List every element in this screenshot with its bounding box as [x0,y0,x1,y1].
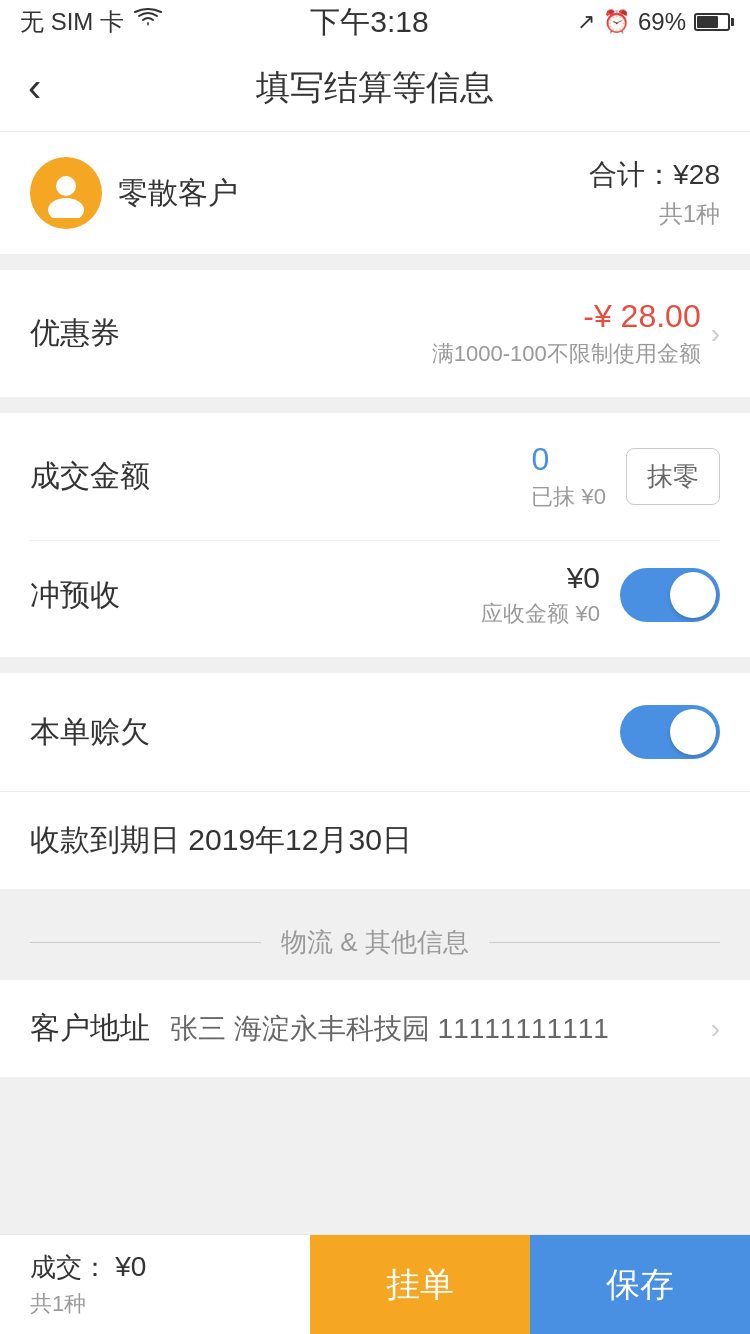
address-label: 客户地址 [30,1008,150,1049]
svg-point-0 [56,176,76,196]
debt-section: 本单赊欠 收款到期日 2019年12月30日 [0,673,750,889]
debt-toggle-knob [670,709,716,755]
due-date-label: 收款到期日 [30,823,180,856]
advance-value-block: ¥0 应收金额 ¥0 [481,561,600,629]
due-date-row: 收款到期日 2019年12月30日 [0,791,750,889]
advance-sub: 应收金额 ¥0 [481,599,600,629]
status-time: 下午3:18 [310,2,428,43]
amount-value-block: 0 已抹 ¥0 [531,441,606,512]
battery-icon [694,13,730,31]
status-left: 无 SIM 卡 [20,6,162,38]
coupon-value-block: -¥ 28.00 满1000-100不限制使用金额 [432,298,701,369]
round-zero-button[interactable]: 抹零 [626,448,720,505]
coupon-desc: 满1000-100不限制使用金额 [432,339,701,369]
advance-row: 冲预收 ¥0 应收金额 ¥0 [0,541,750,657]
deal-amount-value: 0 [531,441,606,478]
chevron-right-icon: › [711,318,720,350]
status-right: ↗ ⏰ 69% [577,8,730,36]
bottom-summary: 成交： ¥0 共1种 [0,1250,310,1319]
toggle-knob [670,572,716,618]
due-date-value: 2019年12月30日 [188,823,411,856]
bottom-count: 共1种 [30,1289,280,1319]
advance-right: ¥0 应收金额 ¥0 [481,561,720,629]
total-amount: 合计：¥28 [589,156,720,194]
sep-text: 物流 & 其他信息 [281,925,469,960]
advance-toggle[interactable] [620,568,720,622]
bottom-deal-value: ¥0 [115,1251,146,1282]
sep-line-left [30,942,261,943]
customer-right: 合计：¥28 共1种 [589,156,720,230]
coupon-label: 优惠券 [30,313,120,354]
avatar [30,157,102,229]
alarm-icon: ⏰ [603,9,630,35]
amount-section: 成交金额 0 已抹 ¥0 抹零 冲预收 ¥0 应收金额 ¥0 [0,413,750,657]
deal-amount-sub: 已抹 ¥0 [531,482,606,512]
customer-left: 零散客户 [30,157,238,229]
location-icon: ↗ [577,9,595,35]
customer-row: 零散客户 合计：¥28 共1种 [0,132,750,254]
coupon-amount: -¥ 28.00 [432,298,701,335]
deal-amount-row: 成交金额 0 已抹 ¥0 抹零 [0,413,750,540]
status-bar: 无 SIM 卡 下午3:18 ↗ ⏰ 69% [0,0,750,44]
total-count: 共1种 [589,198,720,230]
wifi-icon [134,8,162,36]
save-button[interactable]: 保存 [530,1235,750,1335]
user-icon [41,168,91,218]
no-sim-text: 无 SIM 卡 [20,6,124,38]
debt-toggle[interactable] [620,705,720,759]
advance-label: 冲预收 [30,575,120,616]
bottom-bar: 成交： ¥0 共1种 挂单 保存 [0,1234,750,1334]
coupon-section: 优惠券 -¥ 28.00 满1000-100不限制使用金额 › [0,270,750,397]
address-chevron-icon: › [711,1013,720,1045]
debt-label: 本单赊欠 [30,712,150,753]
address-row[interactable]: 客户地址 张三 海淀永丰科技园 11111111111 › [0,980,750,1077]
address-value: 张三 海淀永丰科技园 11111111111 [170,1010,691,1048]
coupon-right: -¥ 28.00 满1000-100不限制使用金额 › [432,298,720,369]
svg-point-1 [48,198,84,218]
amount-right: 0 已抹 ¥0 抹零 [531,441,720,512]
customer-section: 零散客户 合计：¥28 共1种 [0,132,750,254]
address-section: 客户地址 张三 海淀永丰科技园 11111111111 › [0,980,750,1077]
deal-amount-label: 成交金额 [30,456,150,497]
sep-line-right [489,942,720,943]
bottom-deal-text: 成交： [30,1252,108,1282]
bottom-deal-label: 成交： ¥0 [30,1250,280,1285]
page-title: 填写结算等信息 [256,65,494,111]
debt-row: 本单赊欠 [0,673,750,791]
nav-bar: ‹ 填写结算等信息 [0,44,750,132]
advance-value: ¥0 [481,561,600,595]
back-button[interactable]: ‹ [28,65,41,110]
battery-percentage: 69% [638,8,686,36]
logistics-separator: 物流 & 其他信息 [0,905,750,980]
hold-button[interactable]: 挂单 [310,1235,530,1335]
coupon-row[interactable]: 优惠券 -¥ 28.00 满1000-100不限制使用金额 › [0,270,750,397]
customer-name: 零散客户 [118,173,238,214]
